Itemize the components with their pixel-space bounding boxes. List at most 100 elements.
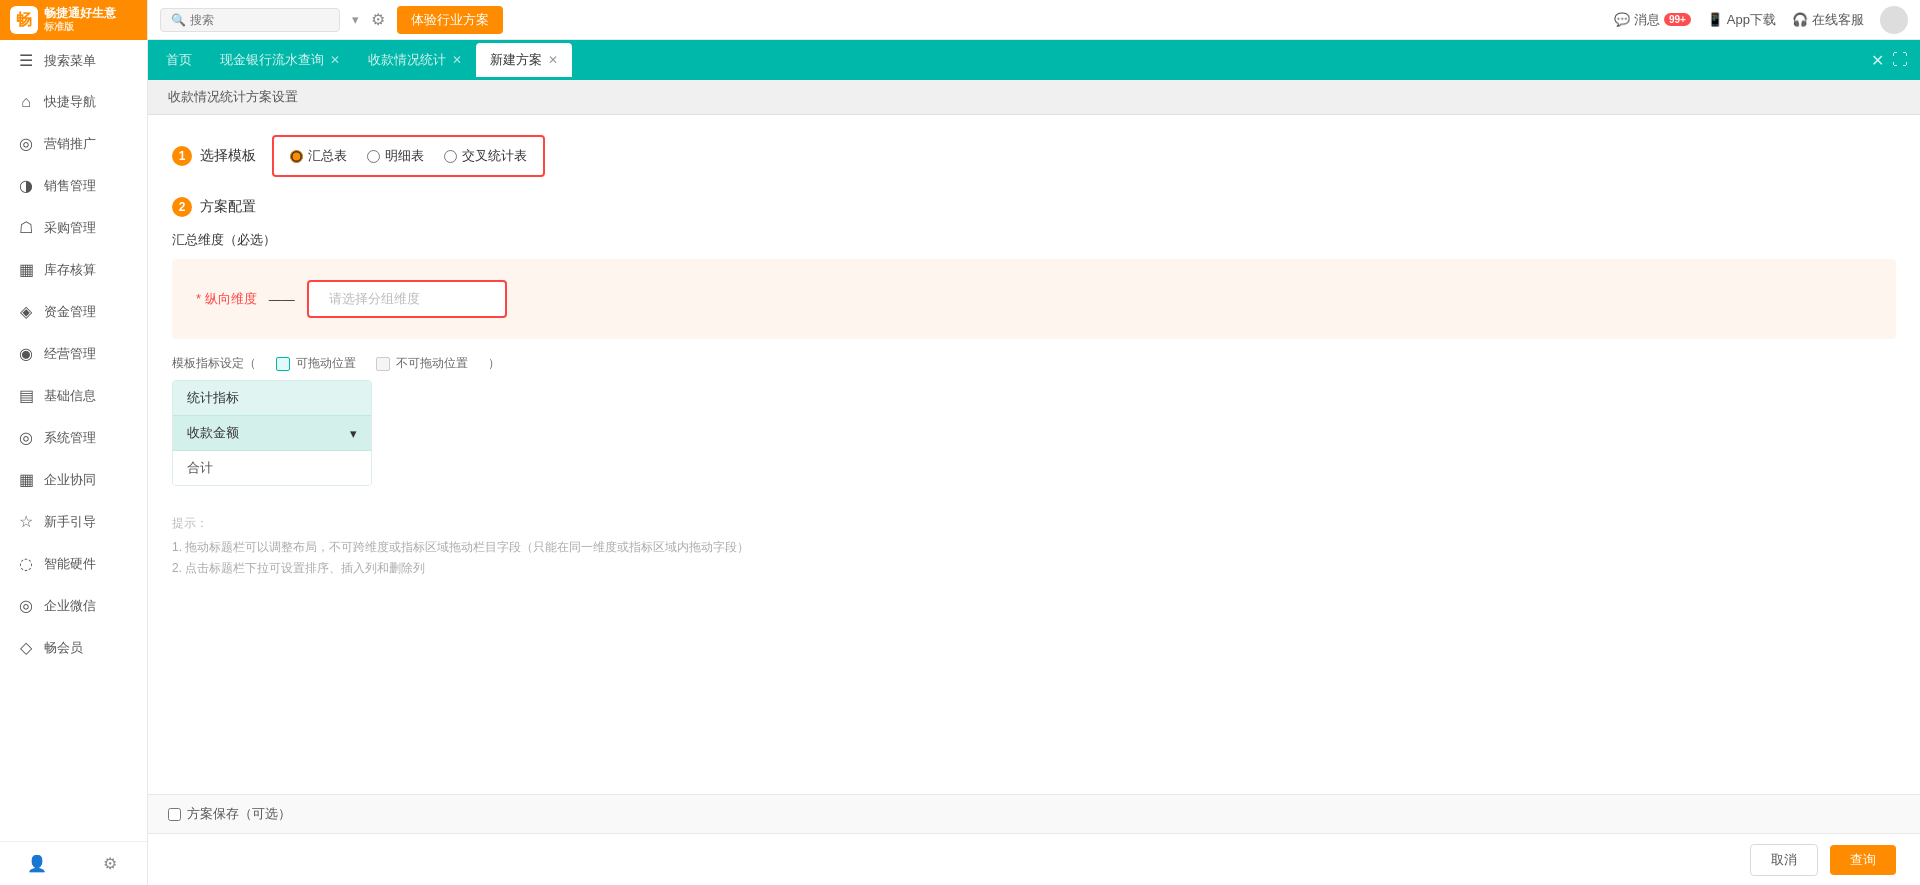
- support-icon: 🎧: [1792, 12, 1808, 27]
- radio-group-template: 汇总表 明细表 交叉统计表: [290, 147, 527, 165]
- arrow-icon: ——: [269, 292, 295, 307]
- dimension-label: 汇总维度（必选）: [172, 231, 1896, 249]
- sidebar-item-capital[interactable]: ◈ 资金管理: [0, 291, 147, 333]
- search-menu-icon: ☰: [16, 51, 36, 70]
- logo-icon: 畅: [10, 6, 38, 34]
- section-plan-config: 2 方案配置 汇总维度（必选） * 纵向维度 —— 请选择分组维度: [172, 197, 1896, 580]
- sidebar-item-purchase[interactable]: ☖ 采购管理: [0, 207, 147, 249]
- vertical-dimension-row: * 纵向维度 —— 请选择分组维度: [196, 280, 507, 318]
- radio-cross[interactable]: 交叉统计表: [444, 147, 527, 165]
- page-footer: 方案保存（可选）: [148, 794, 1920, 833]
- sidebar-item-enterprise-coop[interactable]: ▦ 企业协同: [0, 459, 147, 501]
- drag-box-icon: [276, 357, 290, 371]
- action-bar: 取消 查询: [148, 833, 1920, 885]
- purchase-icon: ☖: [16, 218, 36, 237]
- sidebar-item-operations[interactable]: ◉ 经营管理: [0, 333, 147, 375]
- main-area: 🔍 ▾ ⚙ 体验行业方案 💬 消息 99+ 📱 App下载 🎧 在线客服: [148, 0, 1920, 885]
- metrics-total-row: 合计: [173, 451, 371, 485]
- sidebar-item-sales[interactable]: ◑ 销售管理: [0, 165, 147, 207]
- save-plan-checkbox[interactable]: [168, 808, 181, 821]
- user-avatar[interactable]: [1880, 6, 1908, 34]
- sidebar-bottom-left[interactable]: 👤: [0, 850, 74, 877]
- gear-icon[interactable]: ⚙: [371, 10, 385, 29]
- page-header: 收款情况统计方案设置: [148, 80, 1920, 115]
- notification-item[interactable]: 💬 消息 99+: [1614, 11, 1691, 29]
- inventory-icon: ▦: [16, 260, 36, 279]
- section-select-template: 1 选择模板 汇总表 明细表: [172, 135, 1896, 177]
- sidebar-item-basic-info[interactable]: ▤ 基础信息: [0, 375, 147, 417]
- column-dropdown-icon[interactable]: ▾: [350, 426, 357, 441]
- sidebar-item-member[interactable]: ◇ 畅会员: [0, 627, 147, 669]
- quick-nav-icon: ⌂: [16, 93, 36, 111]
- sidebar-item-enterprise-wx[interactable]: ◎ 企业微信: [0, 585, 147, 627]
- online-support-item[interactable]: 🎧 在线客服: [1792, 11, 1864, 29]
- sidebar-item-guide[interactable]: ☆ 新手引导: [0, 501, 147, 543]
- trial-button[interactable]: 体验行业方案: [397, 6, 503, 34]
- metrics-header: 模板指标设定（ 可拖动位置 不可拖动位置 ）: [172, 355, 1896, 372]
- radio-detail[interactable]: 明细表: [367, 147, 424, 165]
- sidebar-item-search-menu[interactable]: ☰ 搜索菜单: [0, 40, 147, 82]
- capital-icon: ◈: [16, 302, 36, 321]
- tip1: 1. 拖动标题栏可以调整布局，不可跨维度或指标区域拖动栏目字段（只能在同一维度或…: [172, 537, 1896, 559]
- basic-info-icon: ▤: [16, 386, 36, 405]
- nodrag-indicator: 不可拖动位置: [376, 355, 468, 372]
- header-right: 💬 消息 99+ 📱 App下载 🎧 在线客服: [1614, 6, 1908, 34]
- section2-title: 2 方案配置: [172, 197, 1896, 217]
- query-button[interactable]: 查询: [1830, 845, 1896, 875]
- tab-bar: 首页 现金银行流水查询 ✕ 收款情况统计 ✕ 新建方案 ✕ ✕ ⛶: [148, 40, 1920, 80]
- sidebar-item-quick-nav[interactable]: ⌂ 快捷导航: [0, 82, 147, 123]
- sidebar-right-icon: ⚙: [103, 854, 117, 873]
- tab-bank-flow[interactable]: 现金银行流水查询 ✕: [206, 43, 354, 77]
- search-input[interactable]: [190, 13, 329, 27]
- sales-icon: ◑: [16, 176, 36, 195]
- app-download-item[interactable]: 📱 App下载: [1707, 11, 1776, 29]
- tip2: 2. 点击标题栏下拉可设置排序、插入列和删除列: [172, 558, 1896, 580]
- content-area: 1 选择模板 汇总表 明细表: [148, 115, 1920, 794]
- close-tab-bank-flow-icon[interactable]: ✕: [330, 53, 340, 67]
- metrics-table: 统计指标 收款金额 ▾ 合计: [172, 380, 372, 486]
- sidebar-bottom: 👤 ⚙: [0, 841, 147, 885]
- drag-indicator: 可拖动位置: [276, 355, 356, 372]
- tips-section: 提示： 1. 拖动标题栏可以调整布局，不可跨维度或指标区域拖动栏目字段（只能在同…: [172, 513, 1896, 580]
- sidebar-left-icon: 👤: [27, 854, 47, 873]
- sidebar-item-inventory[interactable]: ▦ 库存核算: [0, 249, 147, 291]
- expand-icon[interactable]: ⛶: [1892, 51, 1908, 69]
- metrics-section: 模板指标设定（ 可拖动位置 不可拖动位置 ） 统计指标: [172, 355, 1896, 489]
- notification-badge: 99+: [1664, 13, 1691, 26]
- sidebar-item-system[interactable]: ◎ 系统管理: [0, 417, 147, 459]
- search-box[interactable]: 🔍: [160, 8, 340, 32]
- no-drag-box-icon: [376, 357, 390, 371]
- close-window-icon[interactable]: ✕: [1871, 51, 1884, 70]
- dimension-area: * 纵向维度 —— 请选择分组维度: [172, 259, 1896, 339]
- dimension-select[interactable]: 请选择分组维度: [307, 280, 507, 318]
- radio-summary[interactable]: 汇总表: [290, 147, 347, 165]
- operations-icon: ◉: [16, 344, 36, 363]
- sidebar-logo: 畅 畅捷通好生意 标准版: [0, 0, 147, 40]
- sidebar-item-smart-hw[interactable]: ◌ 智能硬件: [0, 543, 147, 585]
- guide-icon: ☆: [16, 512, 36, 531]
- tab-home[interactable]: 首页: [152, 43, 206, 77]
- tab-bar-right-controls: ✕ ⛶: [1871, 51, 1916, 70]
- step1-badge: 1: [172, 146, 192, 166]
- enterprise-coop-icon: ▦: [16, 470, 36, 489]
- cancel-button[interactable]: 取消: [1750, 844, 1818, 876]
- smart-hw-icon: ◌: [16, 554, 36, 573]
- tab-collection-stats[interactable]: 收款情况统计 ✕: [354, 43, 476, 77]
- close-tab-collection-stats-icon[interactable]: ✕: [452, 53, 462, 67]
- enterprise-wx-icon: ◎: [16, 596, 36, 615]
- step2-badge: 2: [172, 197, 192, 217]
- member-icon: ◇: [16, 638, 36, 657]
- dropdown-arrow-icon[interactable]: ▾: [352, 12, 359, 27]
- vertical-label: * 纵向维度: [196, 290, 257, 308]
- top-header: 🔍 ▾ ⚙ 体验行业方案 💬 消息 99+ 📱 App下载 🎧 在线客服: [148, 0, 1920, 40]
- metrics-column-header[interactable]: 收款金额 ▾: [173, 416, 371, 451]
- tab-new-plan[interactable]: 新建方案 ✕: [476, 43, 572, 77]
- sidebar-bottom-right[interactable]: ⚙: [74, 850, 148, 877]
- sidebar-item-marketing[interactable]: ◎ 营销推广: [0, 123, 147, 165]
- logo-text: 畅捷通好生意 标准版: [44, 6, 116, 34]
- app-icon: 📱: [1707, 12, 1723, 27]
- section1-title: 1 选择模板 汇总表 明细表: [172, 135, 1896, 177]
- template-selection-box: 汇总表 明细表 交叉统计表: [272, 135, 545, 177]
- page-content: 收款情况统计方案设置 1 选择模板 汇总表: [148, 80, 1920, 833]
- close-tab-new-plan-icon[interactable]: ✕: [548, 53, 558, 67]
